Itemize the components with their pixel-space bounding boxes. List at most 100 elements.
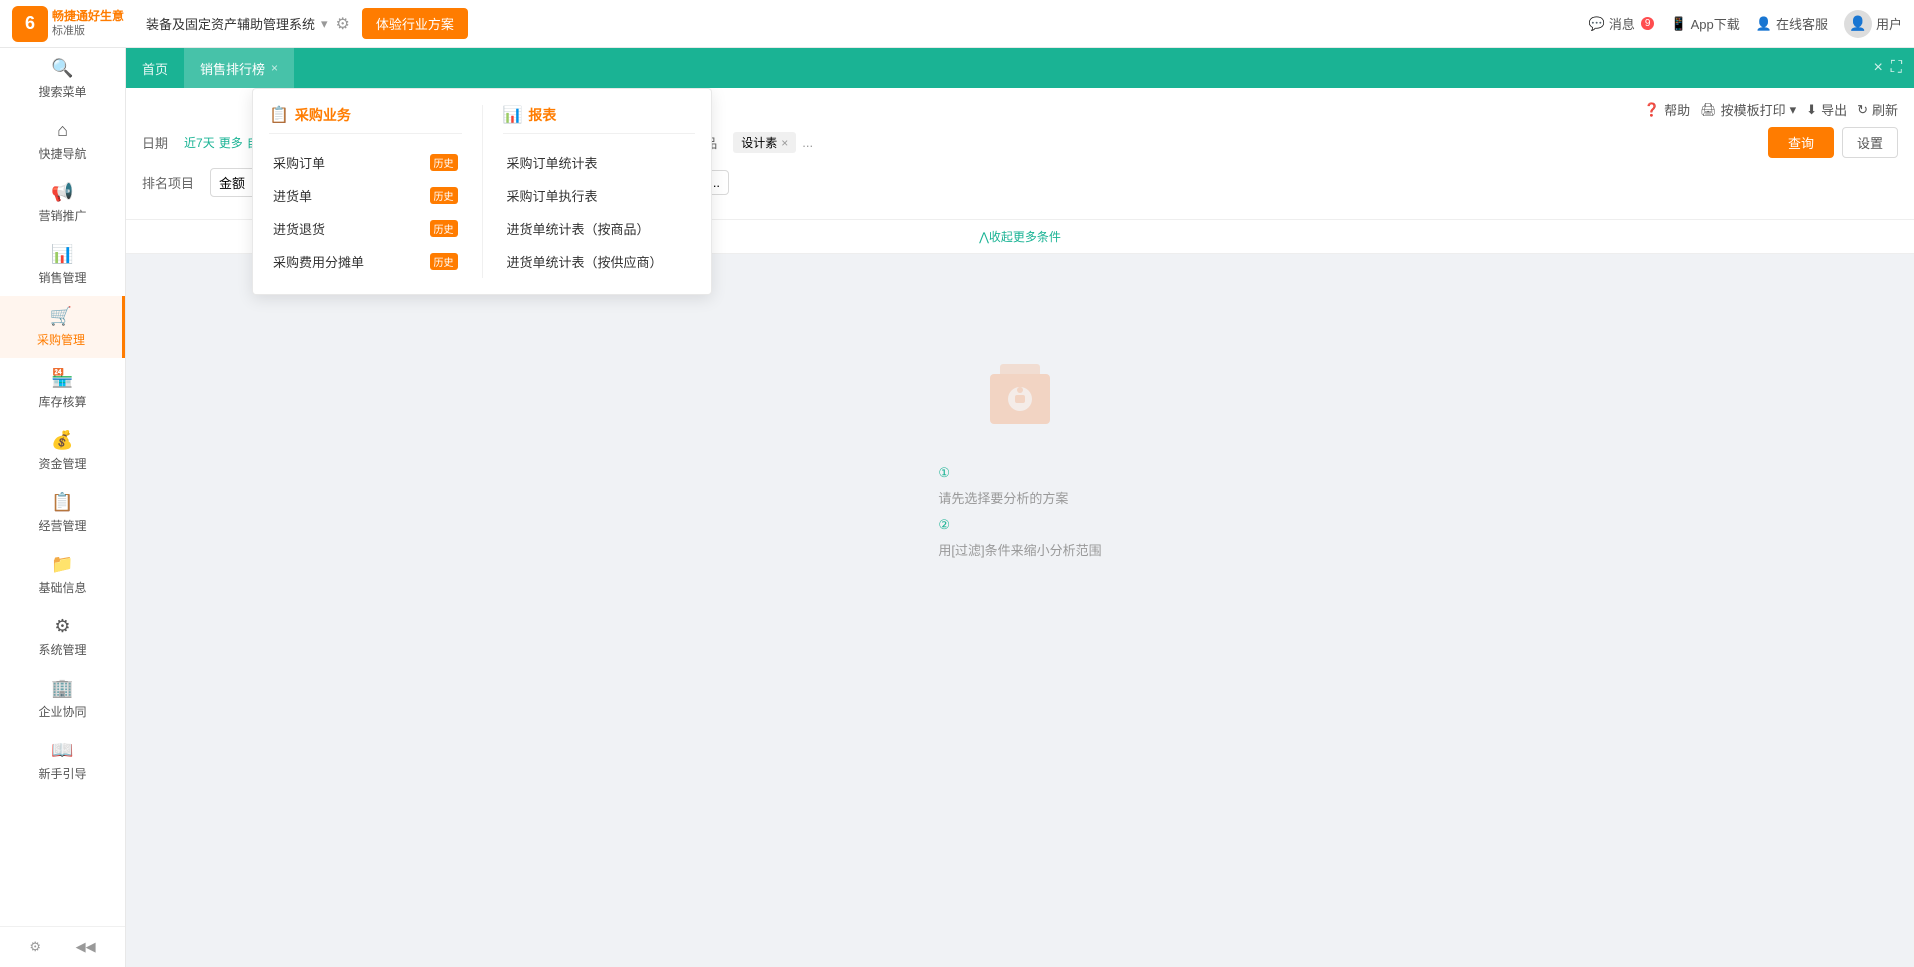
headset-icon: 👤 (1756, 16, 1772, 32)
menu-section-purchase: 📋 采购业务 采购订单 历史 进货单 历史 (269, 105, 462, 278)
system-icon: ⚙ (54, 616, 70, 637)
menu-item-receipt-stats-supplier-label: 进货单统计表（按供应商） (507, 252, 663, 271)
tab-right-controls: × ⛶ (1873, 59, 1914, 77)
company-icon: 🏢 (51, 678, 73, 699)
sidebar-item-search[interactable]: 🔍 搜索菜单 (0, 48, 125, 110)
menu-item-purchase-receipt-label: 进货单 (273, 186, 312, 205)
sidebar-item-guide[interactable]: 📖 新手引导 (0, 730, 125, 792)
tab-expand-icon[interactable]: ⛶ (1891, 59, 1902, 77)
system-name: 装备及固定资产辅助管理系统 (146, 14, 315, 33)
dropdown-overlay[interactable]: 📋 采购业务 采购订单 历史 进货单 历史 (126, 88, 1914, 967)
section-reports-title: 📊 报表 (503, 105, 696, 134)
sidebar-finance-label: 资金管理 (38, 455, 86, 472)
menu-item-receipt-stats-goods-label: 进货单统计表（按商品） (507, 219, 650, 238)
logo-icon: 6 (12, 6, 48, 42)
sidebar-sales-label: 销售管理 (38, 269, 86, 286)
tab-close-icon[interactable]: × (271, 61, 278, 75)
sidebar-marketing-label: 营销推广 (38, 207, 86, 224)
menu-section-reports: 📊 报表 采购订单统计表 采购订单执行表 进货单统计表（按商品） (503, 105, 696, 278)
message-label: 消息 (1609, 14, 1635, 33)
logo-text: 畅捷通好生意 标准版 (52, 9, 124, 39)
logo-line2: 标准版 (52, 24, 124, 38)
sidebar-item-warehouse[interactable]: 🏪 库存核算 (0, 358, 125, 420)
section-purchase-icon: 📋 (269, 105, 289, 125)
tab-sales-rank[interactable]: 销售排行榜 × (184, 48, 294, 88)
sidebar-item-company[interactable]: 🏢 企业协同 (0, 668, 125, 730)
logo-area: 6 畅捷通好生意 标准版 (12, 6, 138, 42)
purchase-dropdown: 📋 采购业务 采购订单 历史 进货单 历史 (252, 88, 712, 295)
sidebar-search-label: 搜索菜单 (38, 83, 86, 100)
purchase-icon: 🛒 (50, 306, 72, 327)
sidebar-item-basic[interactable]: 📁 基础信息 (0, 544, 125, 606)
menu-item-order-stats[interactable]: 采购订单统计表 (503, 146, 696, 179)
menu-item-purchase-receipt[interactable]: 进货单 历史 (269, 179, 462, 212)
history-badge-receipt: 历史 (430, 187, 458, 204)
collapse-icon[interactable]: ◀◀ (76, 939, 96, 955)
industry-button[interactable]: 体验行业方案 (362, 8, 468, 39)
sidebar-item-purchase[interactable]: 🛒 采购管理 (0, 296, 125, 358)
logo-line1: 畅捷通好生意 (52, 9, 124, 25)
message-icon: 💬 (1589, 16, 1605, 32)
menu-item-purchase-expense[interactable]: 采购费用分摊单 历史 (269, 245, 462, 278)
message-item[interactable]: 💬 消息 9 (1589, 14, 1655, 33)
menu-item-purchase-return[interactable]: 进货退货 历史 (269, 212, 462, 245)
search-icon: 🔍 (51, 58, 73, 79)
sidebar-item-marketing[interactable]: 📢 营销推广 (0, 172, 125, 234)
warehouse-icon: 🏪 (51, 368, 73, 389)
tab-home[interactable]: 首页 (126, 48, 184, 88)
sidebar-item-sales[interactable]: 📊 销售管理 (0, 234, 125, 296)
online-service-item[interactable]: 👤 在线客服 (1756, 14, 1828, 33)
menu-divider (482, 105, 483, 278)
page-content: ❓ 帮助 🖨 按模板打印 ▾ ⬇ 导出 (126, 88, 1914, 967)
menu-item-purchase-order[interactable]: 采购订单 历史 (269, 146, 462, 179)
section-reports-icon: 📊 (503, 105, 523, 125)
menu-item-order-exec[interactable]: 采购订单执行表 (503, 179, 696, 212)
sidebar-basic-label: 基础信息 (38, 579, 86, 596)
sidebar-item-system[interactable]: ⚙ 系统管理 (0, 606, 125, 668)
user-item[interactable]: 👤 用户 (1844, 10, 1902, 38)
menu-item-receipt-stats-supplier[interactable]: 进货单统计表（按供应商） (503, 245, 696, 278)
sidebar-footer: ⚙ ◀◀ (0, 926, 125, 967)
menu-item-receipt-stats-goods[interactable]: 进货单统计表（按商品） (503, 212, 696, 245)
system-dropdown-icon[interactable]: ▾ (321, 16, 328, 32)
sidebar-company-label: 企业协同 (38, 703, 86, 720)
user-name: 用户 (1876, 14, 1902, 33)
section-purchase-title: 📋 采购业务 (269, 105, 462, 134)
tab-sales-rank-label: 销售排行榜 (200, 59, 265, 78)
sidebar-item-operation[interactable]: 📋 经营管理 (0, 482, 125, 544)
history-badge-purchase-order: 历史 (430, 154, 458, 171)
sidebar-quick-nav-label: 快捷导航 (38, 145, 86, 162)
menu-item-purchase-order-label: 采购订单 (273, 153, 325, 172)
sidebar-item-finance[interactable]: 💰 资金管理 (0, 420, 125, 482)
sidebar-purchase-label: 采购管理 (37, 331, 85, 348)
message-badge: 9 (1641, 17, 1655, 30)
menu-item-purchase-return-label: 进货退货 (273, 219, 325, 238)
main-layout: 🔍 搜索菜单 ⌂ 快捷导航 📢 营销推广 📊 销售管理 🛒 采购管理 🏪 (0, 48, 1914, 967)
app-download-item[interactable]: 📱 App下载 (1670, 14, 1739, 33)
tab-home-label: 首页 (142, 59, 168, 78)
system-settings-icon[interactable]: ⚙ (336, 14, 350, 34)
content-area: 首页 销售排行榜 × × ⛶ (126, 48, 1914, 967)
finance-icon: 💰 (51, 430, 73, 451)
phone-icon: 📱 (1670, 16, 1686, 32)
settings-footer-icon[interactable]: ⚙ (29, 939, 41, 955)
tab-bar: 首页 销售排行榜 × × ⛶ (126, 48, 1914, 88)
tab-close-window-icon[interactable]: × (1873, 59, 1882, 77)
user-avatar: 👤 (1844, 10, 1872, 38)
menu-item-purchase-expense-label: 采购费用分摊单 (273, 252, 364, 271)
sidebar-item-quick-nav[interactable]: ⌂ 快捷导航 (0, 110, 125, 172)
history-badge-return: 历史 (430, 220, 458, 237)
sidebar: 🔍 搜索菜单 ⌂ 快捷导航 📢 营销推广 📊 销售管理 🛒 采购管理 🏪 (0, 48, 126, 967)
app-download-label: App下载 (1691, 14, 1740, 33)
section-purchase-label: 采购业务 (295, 105, 351, 125)
system-area: 装备及固定资产辅助管理系统 ▾ ⚙ 体验行业方案 (138, 8, 1589, 39)
top-bar: 6 畅捷通好生意 标准版 装备及固定资产辅助管理系统 ▾ ⚙ 体验行业方案 💬 … (0, 0, 1914, 48)
sidebar-warehouse-label: 库存核算 (38, 393, 86, 410)
app-container: 6 畅捷通好生意 标准版 装备及固定资产辅助管理系统 ▾ ⚙ 体验行业方案 💬 … (0, 0, 1914, 967)
marketing-icon: 📢 (51, 182, 73, 203)
sidebar-guide-label: 新手引导 (38, 765, 86, 782)
menu-item-order-exec-label: 采购订单执行表 (507, 186, 598, 205)
section-reports-label: 报表 (528, 105, 556, 125)
menu-item-order-stats-label: 采购订单统计表 (507, 153, 598, 172)
history-badge-expense: 历史 (430, 253, 458, 270)
